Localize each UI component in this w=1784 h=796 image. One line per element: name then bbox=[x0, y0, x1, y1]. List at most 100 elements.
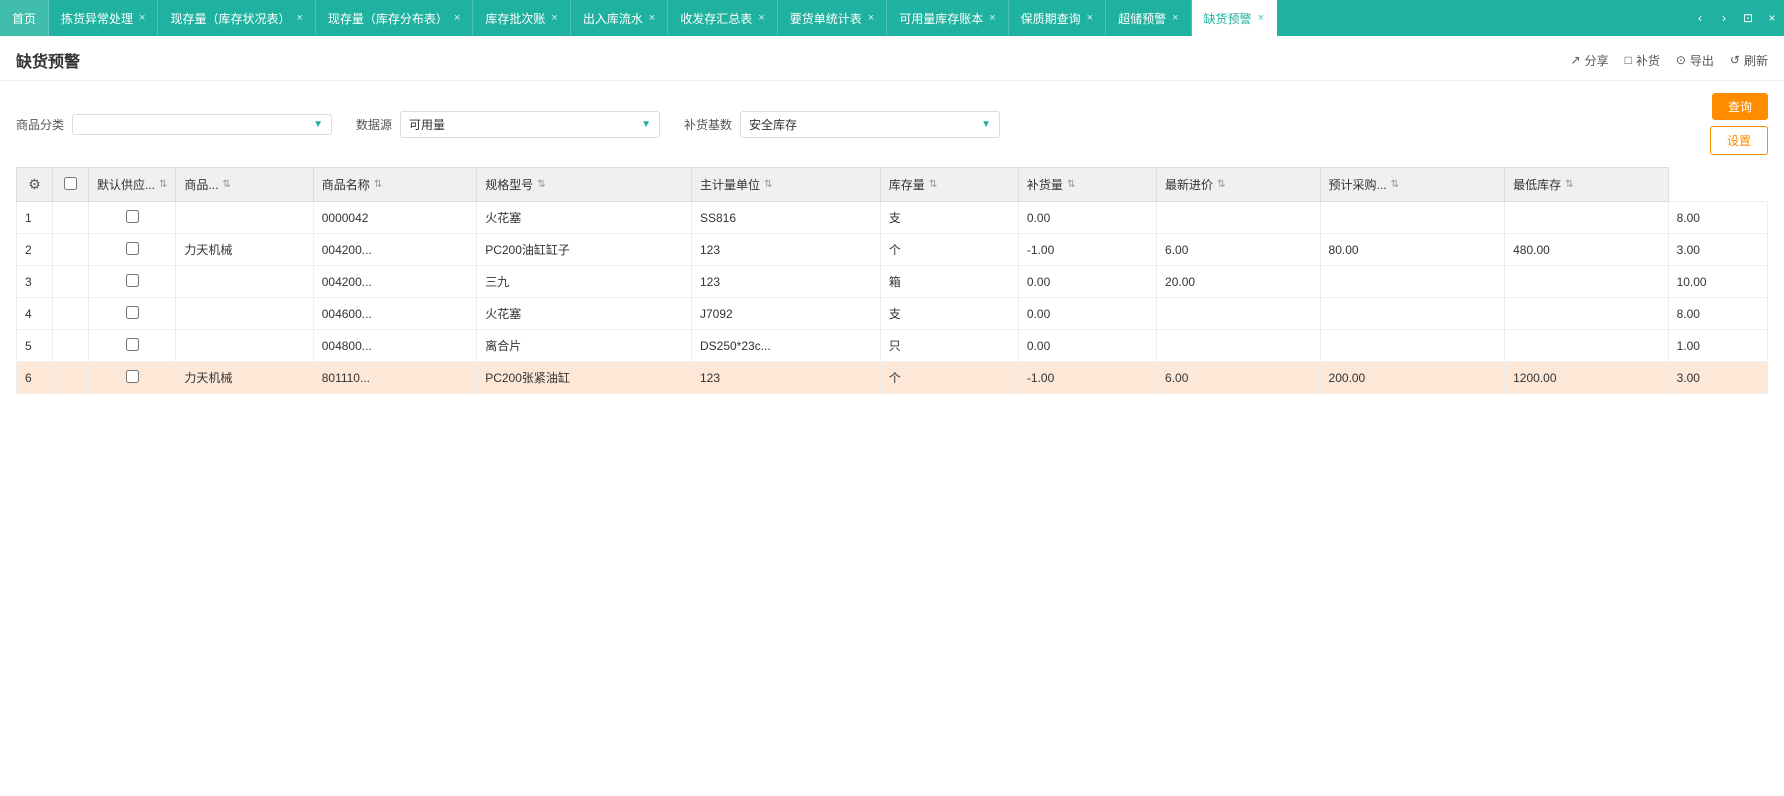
tab-close-exception[interactable]: × bbox=[139, 12, 145, 24]
tab-prev-btn[interactable]: ‹ bbox=[1688, 0, 1712, 36]
tab-expiry-query[interactable]: 保质期查询 × bbox=[1009, 0, 1106, 36]
cell-name-0: 火花塞 bbox=[477, 202, 692, 234]
col-stock[interactable]: 库存量 ⇅ bbox=[880, 168, 1018, 202]
row-checkbox-2[interactable] bbox=[89, 266, 176, 298]
filter-row: 商品分类 ▼ 数据源 可用量 ▼ 补货基数 安全库存 ▼ 查询 设置 bbox=[0, 81, 1784, 167]
page-title: 缺货预警 bbox=[16, 48, 80, 72]
col-unit[interactable]: 主计量单位 ⇅ bbox=[691, 168, 880, 202]
col-latest-price[interactable]: 最新进价 ⇅ bbox=[1157, 168, 1320, 202]
cell-name-5: PC200张紧油缸 bbox=[477, 362, 692, 394]
cell-unit-1: 个 bbox=[880, 234, 1018, 266]
cell-rownum-2: 3 bbox=[17, 266, 53, 298]
tab-inventory-dist[interactable]: 现存量（库存分布表） × bbox=[316, 0, 473, 36]
filter-actions: 查询 设置 bbox=[1710, 93, 1768, 155]
tab-available-ledger[interactable]: 可用量库存账本 × bbox=[887, 0, 1008, 36]
cell-latest-price-1: 80.00 bbox=[1320, 234, 1505, 266]
cell-stock-2: 0.00 bbox=[1018, 266, 1156, 298]
cell-estimated-purchase-0 bbox=[1505, 202, 1668, 234]
cell-latest-price-2 bbox=[1320, 266, 1505, 298]
row-checkbox-3[interactable] bbox=[89, 298, 176, 330]
table-body: 1 0000042 火花塞 SS816 支 0.00 8.00 2 力天机械 0… bbox=[17, 202, 1768, 394]
filter-datasource: 数据源 可用量 ▼ bbox=[356, 111, 660, 138]
query-button[interactable]: 查询 bbox=[1712, 93, 1768, 120]
export-action[interactable]: ⊙ 导出 bbox=[1676, 52, 1714, 69]
tab-collect-summary[interactable]: 收发存汇总表 × bbox=[668, 0, 777, 36]
cell-unit-4: 只 bbox=[880, 330, 1018, 362]
row-checkbox-input-2[interactable] bbox=[126, 274, 139, 287]
tab-close-all-btn[interactable]: × bbox=[1760, 0, 1784, 36]
tab-close-available-ledger[interactable]: × bbox=[989, 12, 995, 24]
table-row: 2 力天机械 004200... PC200油缸缸子 123 个 -1.00 6… bbox=[17, 234, 1768, 266]
col-checkbox-header[interactable] bbox=[53, 168, 89, 202]
cell-code-2: 004200... bbox=[313, 266, 476, 298]
cell-spec-0: SS816 bbox=[691, 202, 880, 234]
col-gear[interactable]: ⚙ bbox=[17, 168, 53, 202]
tab-close-collect-summary[interactable]: × bbox=[758, 12, 764, 24]
sort-icon-stock: ⇅ bbox=[929, 179, 937, 190]
cell-spec-3: J7092 bbox=[691, 298, 880, 330]
tab-close-shortage[interactable]: × bbox=[1258, 12, 1264, 24]
row-gear-3 bbox=[53, 298, 89, 330]
tab-inventory-status[interactable]: 现存量（库存状况表） × bbox=[158, 0, 315, 36]
select-all-checkbox[interactable] bbox=[64, 177, 77, 190]
replenish-basis-select[interactable]: 安全库存 ▼ bbox=[740, 111, 1000, 138]
cell-supplier-5: 力天机械 bbox=[176, 362, 313, 394]
table-container: ⚙ 默认供应... ⇅ 商品... ⇅ bbox=[0, 167, 1784, 394]
col-product-name[interactable]: 商品名称 ⇅ bbox=[313, 168, 476, 202]
refresh-action[interactable]: ↺ 刷新 bbox=[1730, 52, 1768, 69]
col-spec[interactable]: 规格型号 ⇅ bbox=[477, 168, 692, 202]
share-action[interactable]: ↗ 分享 bbox=[1571, 52, 1609, 69]
table-row: 4 004600... 火花塞 J7092 支 0.00 8.00 bbox=[17, 298, 1768, 330]
tab-exception[interactable]: 拣货异常处理 × bbox=[49, 0, 158, 36]
row-checkbox-5[interactable] bbox=[89, 362, 176, 394]
tab-close-inventory-dist[interactable]: × bbox=[454, 12, 460, 24]
tab-close-demand-stats[interactable]: × bbox=[868, 12, 874, 24]
datasource-select[interactable]: 可用量 ▼ bbox=[400, 111, 660, 138]
row-checkbox-1[interactable] bbox=[89, 234, 176, 266]
cell-name-2: 三九 bbox=[477, 266, 692, 298]
sort-icon-estimated-purchase: ⇅ bbox=[1391, 179, 1399, 190]
col-estimated-purchase[interactable]: 预计采购... ⇅ bbox=[1320, 168, 1505, 202]
tab-close-batch-account[interactable]: × bbox=[551, 12, 557, 24]
settings-button[interactable]: 设置 bbox=[1710, 126, 1768, 155]
tab-close-inventory-status[interactable]: × bbox=[296, 12, 302, 24]
tab-overstock[interactable]: 超储预警 × bbox=[1106, 0, 1191, 36]
row-gear-0 bbox=[53, 202, 89, 234]
tab-home[interactable]: 首页 bbox=[0, 0, 49, 36]
row-checkbox-input-1[interactable] bbox=[126, 242, 139, 255]
col-product-code[interactable]: 商品... ⇅ bbox=[176, 168, 313, 202]
col-replenish-qty[interactable]: 补货量 ⇅ bbox=[1018, 168, 1156, 202]
sort-icon-supplier: ⇅ bbox=[159, 179, 167, 190]
row-checkbox-input-5[interactable] bbox=[126, 370, 139, 383]
row-checkbox-0[interactable] bbox=[89, 202, 176, 234]
tab-shortage[interactable]: 缺货预警 × bbox=[1192, 0, 1277, 36]
row-checkbox-4[interactable] bbox=[89, 330, 176, 362]
page-header: 缺货预警 ↗ 分享 □ 补货 ⊙ 导出 ↺ 刷新 bbox=[0, 36, 1784, 81]
tab-restore-btn[interactable]: ⊡ bbox=[1736, 0, 1760, 36]
cell-supplier-4 bbox=[176, 330, 313, 362]
gear-icon[interactable]: ⚙ bbox=[28, 176, 41, 192]
cell-estimated-purchase-1: 480.00 bbox=[1505, 234, 1668, 266]
tab-close-overstock[interactable]: × bbox=[1172, 12, 1178, 24]
category-select[interactable]: ▼ bbox=[72, 114, 332, 135]
row-checkbox-input-4[interactable] bbox=[126, 338, 139, 351]
tab-batch-account[interactable]: 库存批次账 × bbox=[473, 0, 570, 36]
sort-icon-code: ⇅ bbox=[222, 179, 230, 190]
tab-next-btn[interactable]: › bbox=[1712, 0, 1736, 36]
row-checkbox-input-3[interactable] bbox=[126, 306, 139, 319]
row-checkbox-input-0[interactable] bbox=[126, 210, 139, 223]
cell-min-stock-4: 1.00 bbox=[1668, 330, 1767, 362]
cell-code-1: 004200... bbox=[313, 234, 476, 266]
sort-icon-name: ⇅ bbox=[374, 179, 382, 190]
tab-inout-flow[interactable]: 出入库流水 × bbox=[571, 0, 668, 36]
tab-close-inout-flow[interactable]: × bbox=[649, 12, 655, 24]
col-default-supplier[interactable]: 默认供应... ⇅ bbox=[89, 168, 176, 202]
tab-demand-stats[interactable]: 要货单统计表 × bbox=[778, 0, 887, 36]
cell-replenish-qty-2: 20.00 bbox=[1157, 266, 1320, 298]
cell-supplier-2 bbox=[176, 266, 313, 298]
replenish-action[interactable]: □ 补货 bbox=[1625, 52, 1660, 69]
cell-min-stock-0: 8.00 bbox=[1668, 202, 1767, 234]
tab-close-expiry-query[interactable]: × bbox=[1087, 12, 1093, 24]
cell-replenish-qty-0 bbox=[1157, 202, 1320, 234]
col-min-stock[interactable]: 最低库存 ⇅ bbox=[1505, 168, 1668, 202]
